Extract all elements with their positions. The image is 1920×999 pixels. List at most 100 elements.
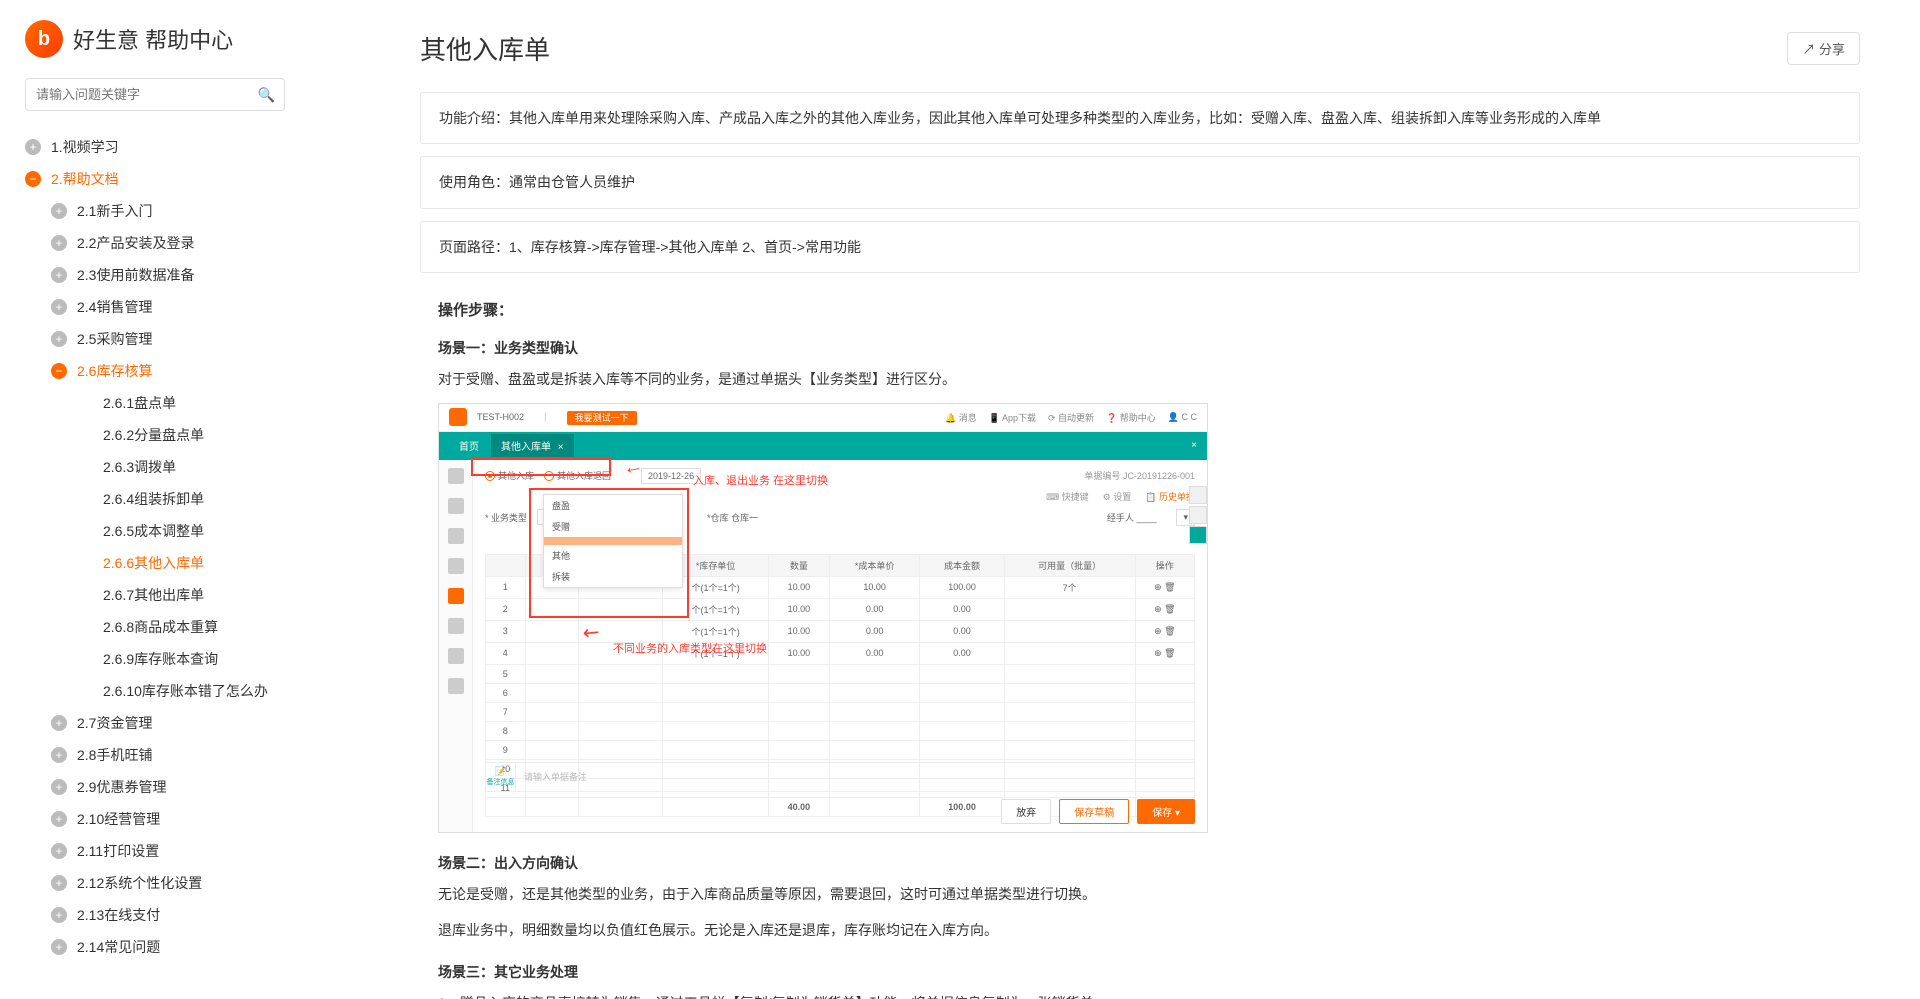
nav-2-6-5[interactable]: 2.6.5成本调整单 xyxy=(103,515,285,547)
role-text: 通常由仓管人员维护 xyxy=(509,174,635,190)
red-highlight-box xyxy=(471,458,611,476)
ss-nav-icon-active xyxy=(448,588,464,604)
nav-2-13[interactable]: +2.13在线支付 xyxy=(51,899,285,931)
ss-msg: 🔔 消息 xyxy=(945,411,977,424)
sidebar: b 好生意 帮助中心 🔍 +1.视频学习 −2.帮助文档 +2.1新手入门 +2… xyxy=(0,0,310,999)
path-label: 页面路径： xyxy=(439,239,509,255)
ss-avatar: 👤 C C xyxy=(1168,412,1197,423)
role-box: 使用角色：通常由仓管人员维护 xyxy=(420,156,1860,208)
ss-update: ⟳ 自动更新 xyxy=(1048,411,1094,424)
share-button[interactable]: ↗ 分享 xyxy=(1787,32,1860,65)
plus-icon: + xyxy=(51,811,67,827)
nav-2-6-2[interactable]: 2.6.2分量盘点单 xyxy=(103,419,285,451)
search-box: 🔍 xyxy=(25,78,285,111)
scene3-text: 1、赠品入库的商品直接转为销售。通过工具栏【复制/复制为销货单】功能，将单据信息… xyxy=(438,990,1842,999)
nav-2-6-8[interactable]: 2.6.8商品成本重算 xyxy=(103,611,285,643)
app-logo-icon: b xyxy=(25,20,63,58)
steps-heading: 操作步骤： xyxy=(438,299,1842,320)
nav-2-14[interactable]: +2.14常见问题 xyxy=(51,931,285,963)
nav-2-6-6[interactable]: 2.6.6其他入库单 xyxy=(103,547,285,579)
nav-2-1[interactable]: +2.1新手入门 xyxy=(51,195,285,227)
ss-history: 📋 历史单据 xyxy=(1145,490,1195,503)
plus-icon: + xyxy=(51,235,67,251)
ss-tab-current: 其他入库单 × xyxy=(491,434,574,457)
plus-icon: + xyxy=(51,203,67,219)
plus-icon: + xyxy=(51,267,67,283)
search-icon[interactable]: 🔍 xyxy=(258,86,275,103)
nav-2-4[interactable]: +2.4销售管理 xyxy=(51,291,285,323)
app-title: 好生意 帮助中心 xyxy=(73,23,233,55)
ss-nav-icon xyxy=(448,528,464,544)
scene1-text: 对于受赠、盘盈或是拆装入库等不同的业务，是通过单据头【业务类型】进行区分。 xyxy=(438,366,1842,393)
nav-2-2[interactable]: +2.2产品安装及登录 xyxy=(51,227,285,259)
nav-2-6-7[interactable]: 2.6.7其他出库单 xyxy=(103,579,285,611)
nav-2-6[interactable]: −2.6库存核算 xyxy=(51,355,285,387)
scene2-heading: 场景二：出入方向确认 xyxy=(438,853,1842,873)
ss-biztype-dropdown: 盘盈 受赠 其他 拆装 xyxy=(543,494,683,588)
nav-2-9[interactable]: +2.9优惠券管理 xyxy=(51,771,285,803)
table-row: 4个(1个=1个)10.000.000.00⊕ 🗑 xyxy=(486,642,1195,664)
plus-icon: + xyxy=(51,779,67,795)
nav-2-6-10[interactable]: 2.6.10库存账本错了怎么办 xyxy=(103,675,285,707)
nav-2-5[interactable]: +2.5采购管理 xyxy=(51,323,285,355)
nav-2-11[interactable]: +2.11打印设置 xyxy=(51,835,285,867)
red-annotation: 入库、退出业务 在这里切换 xyxy=(693,472,828,488)
minus-icon: − xyxy=(25,171,41,187)
ss-quickkey: ⌨ 快捷键 xyxy=(1046,490,1089,503)
embedded-screenshot: TEST-H002 | 我要测试一下 🔔 消息 📱 App下载 ⟳ 自动更新 ❓… xyxy=(438,403,1208,833)
close-icon: × xyxy=(1191,440,1197,451)
table-row: 8 xyxy=(486,721,1195,740)
plus-icon: + xyxy=(51,843,67,859)
plus-icon: + xyxy=(51,875,67,891)
page-title: 其他入库单 xyxy=(420,30,550,67)
nav-2-6-4[interactable]: 2.6.4组装拆卸单 xyxy=(103,483,285,515)
scene2-text1: 无论是受赠，还是其他类型的业务，由于入库商品质量等原因，需要退回，这时可通过单据… xyxy=(438,881,1842,908)
ss-save-button: 保存 ▾ xyxy=(1137,799,1195,824)
ss-setting: ⚙ 设置 xyxy=(1103,490,1132,503)
ss-app: 📱 App下载 xyxy=(989,411,1036,424)
ss-help: ❓ 帮助中心 xyxy=(1106,411,1156,424)
ss-nav-icon xyxy=(448,558,464,574)
ss-discard-button: 放弃 xyxy=(1001,799,1051,824)
nav-2-6-9[interactable]: 2.6.9库存账本查询 xyxy=(103,643,285,675)
nav-2-6-3[interactable]: 2.6.3调拨单 xyxy=(103,451,285,483)
main-content: 其他入库单 ↗ 分享 功能介绍：其他入库单用来处理除采购入库、产成品入库之外的其… xyxy=(310,0,1920,999)
plus-icon: + xyxy=(51,907,67,923)
ss-env: TEST-H002 xyxy=(477,412,524,422)
table-row: 5 xyxy=(486,664,1195,683)
red-annotation: 不同业务的入库类型在这里切换 xyxy=(613,640,767,656)
ss-draft-button: 保存草稿 xyxy=(1059,799,1129,824)
plus-icon: + xyxy=(51,715,67,731)
path-text: 1、库存核算->库存管理->其他入库单 2、首页->常用功能 xyxy=(509,239,861,255)
plus-icon: + xyxy=(25,139,41,155)
intro-text: 其他入库单用来处理除采购入库、产成品入库之外的其他入库业务，因此其他入库单可处理… xyxy=(509,110,1601,126)
ss-nav-icon xyxy=(448,468,464,484)
scene3-heading: 场景三：其它业务处理 xyxy=(438,962,1842,982)
plus-icon: + xyxy=(51,331,67,347)
plus-icon: + xyxy=(51,299,67,315)
table-row: 7 xyxy=(486,702,1195,721)
table-row: 6 xyxy=(486,683,1195,702)
path-box: 页面路径：1、库存核算->库存管理->其他入库单 2、首页->常用功能 xyxy=(420,221,1860,273)
nav-help-docs[interactable]: −2.帮助文档 xyxy=(25,163,285,195)
minus-icon: − xyxy=(51,363,67,379)
ss-side-btn xyxy=(1189,506,1207,524)
plus-icon: + xyxy=(51,747,67,763)
ss-tab-home: 首页 xyxy=(449,434,489,457)
intro-label: 功能介绍： xyxy=(439,110,509,126)
nav-2-12[interactable]: +2.12系统个性化设置 xyxy=(51,867,285,899)
table-row: 9 xyxy=(486,740,1195,759)
search-input[interactable] xyxy=(25,78,285,111)
nav-2-8[interactable]: +2.8手机旺铺 xyxy=(51,739,285,771)
arrow-icon: ← xyxy=(621,454,645,480)
scene1-heading: 场景一：业务类型确认 xyxy=(438,338,1842,358)
ss-test-button: 我要测试一下 xyxy=(567,411,637,425)
close-icon: × xyxy=(555,442,564,453)
nav-2-7[interactable]: +2.7资金管理 xyxy=(51,707,285,739)
plus-icon: + xyxy=(51,939,67,955)
nav-2-6-1[interactable]: 2.6.1盘点单 xyxy=(103,387,285,419)
nav-2-3[interactable]: +2.3使用前数据准备 xyxy=(51,259,285,291)
nav-video-learning[interactable]: +1.视频学习 xyxy=(25,131,285,163)
nav-2-10[interactable]: +2.10经营管理 xyxy=(51,803,285,835)
role-label: 使用角色： xyxy=(439,174,509,190)
